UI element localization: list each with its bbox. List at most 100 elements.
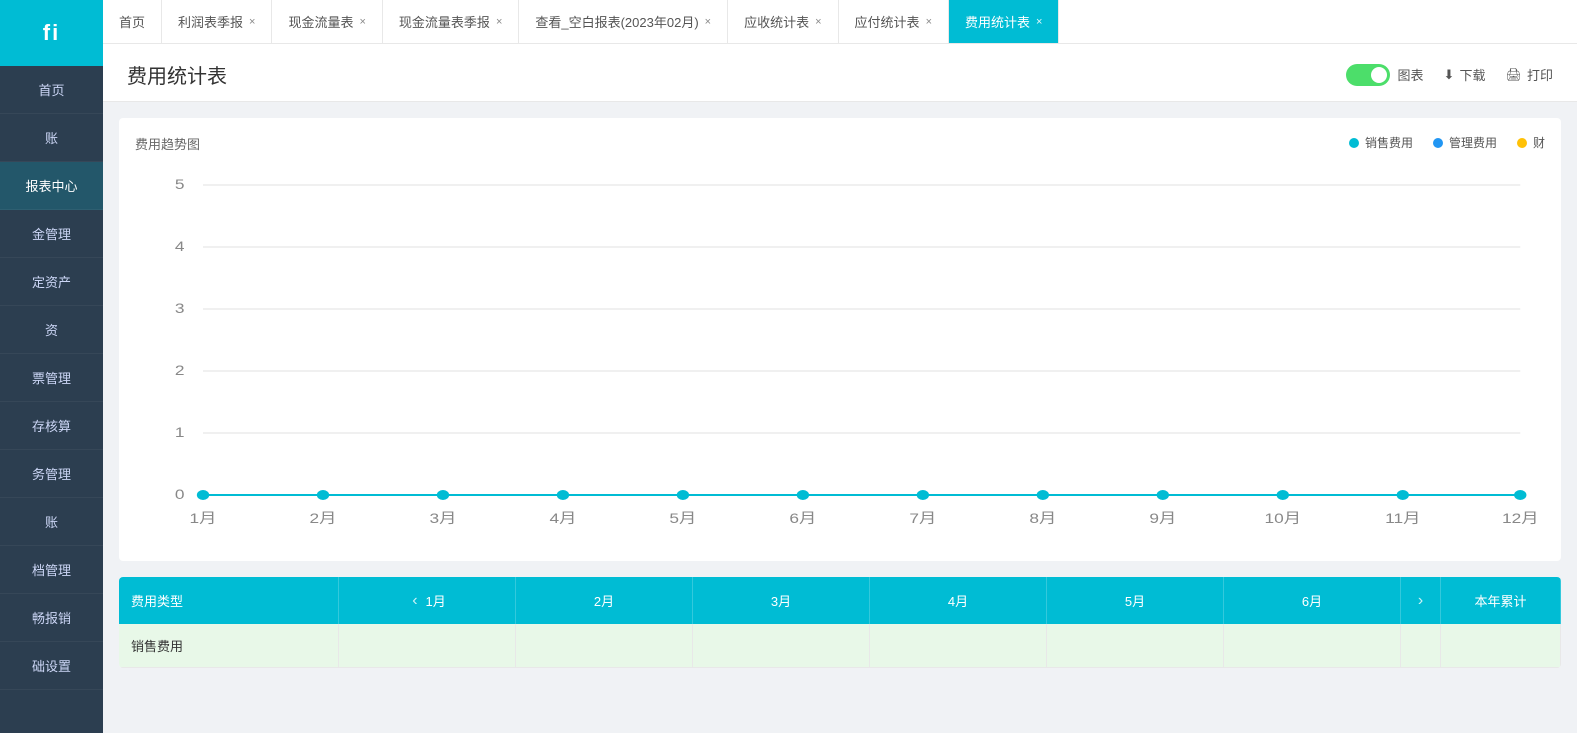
chart-svg: 0 1 2 3 4 5 1月 2月 3月 4月 5月 6月 7月 8月 9 bbox=[135, 165, 1545, 545]
legend-admin: 管理费用 bbox=[1433, 134, 1497, 151]
tab-cashflow-q[interactable]: 现金流量表季报 × bbox=[383, 0, 519, 43]
tab-profit-close[interactable]: × bbox=[249, 16, 255, 28]
tab-bar: 首页 利润表季报 × 现金流量表 × 现金流量表季报 × 查看_空白报表(202… bbox=[103, 0, 1577, 44]
next-arrow[interactable]: › bbox=[1414, 592, 1427, 610]
svg-text:8月: 8月 bbox=[1029, 511, 1056, 526]
svg-text:3: 3 bbox=[175, 301, 185, 316]
sidebar-item-reports[interactable]: 报表中心 bbox=[0, 162, 103, 210]
prev-arrow[interactable]: ‹ bbox=[408, 592, 421, 610]
chart-section: 费用趋势图 销售费用 管理费用 财 bbox=[119, 118, 1561, 561]
chart-title: 费用趋势图 bbox=[135, 134, 1545, 153]
svg-text:4月: 4月 bbox=[549, 511, 576, 526]
tab-cashflow-close[interactable]: × bbox=[359, 16, 365, 28]
svg-text:1月: 1月 bbox=[190, 511, 217, 526]
legend-finance: 财 bbox=[1517, 134, 1545, 151]
svg-text:9月: 9月 bbox=[1149, 511, 1176, 526]
print-button[interactable]: 🖨 打印 bbox=[1505, 65, 1553, 84]
legend-finance-label: 财 bbox=[1533, 134, 1545, 151]
sidebar-item-settings[interactable]: 础设置 bbox=[0, 642, 103, 690]
svg-text:2: 2 bbox=[175, 363, 185, 378]
sidebar: fi 首页 账 报表中心 金管理 定资产 资 票管理 存核算 务管理 账 档管理… bbox=[0, 0, 103, 733]
col-ytd: 本年累计 bbox=[1441, 577, 1561, 624]
svg-text:10月: 10月 bbox=[1265, 511, 1302, 526]
tab-payable-close[interactable]: × bbox=[926, 16, 932, 28]
cell-m2-sales bbox=[516, 624, 693, 667]
svg-text:2月: 2月 bbox=[310, 511, 337, 526]
sidebar-logo: fi bbox=[0, 0, 103, 66]
tab-payable[interactable]: 应付统计表 × bbox=[839, 0, 949, 43]
tab-receivable-label: 应收统计表 bbox=[744, 12, 809, 31]
page-header: 费用统计表 图表 ⬇ 下载 🖨 打印 bbox=[103, 44, 1577, 102]
tab-receivable-close[interactable]: × bbox=[815, 16, 821, 28]
download-button[interactable]: ⬇ 下载 bbox=[1444, 65, 1486, 84]
toggle-label: 图表 bbox=[1398, 65, 1424, 84]
print-icon: 🖨 bbox=[1505, 67, 1522, 83]
tab-home-label: 首页 bbox=[119, 12, 145, 31]
svg-text:5: 5 bbox=[175, 177, 185, 192]
sidebar-item-capital[interactable]: 资 bbox=[0, 306, 103, 354]
cell-m3-sales bbox=[693, 624, 870, 667]
col-m4: 4月 bbox=[870, 577, 1047, 624]
tab-cashflow[interactable]: 现金流量表 × bbox=[272, 0, 382, 43]
header-actions: 图表 ⬇ 下载 🖨 打印 bbox=[1346, 64, 1553, 86]
sidebar-item-sales[interactable]: 畅报销 bbox=[0, 594, 103, 642]
cell-m5-sales bbox=[1047, 624, 1224, 667]
col-m6: 6月 bbox=[1224, 577, 1401, 624]
col-nav: › bbox=[1401, 577, 1441, 624]
sidebar-item-ledger[interactable]: 账 bbox=[0, 498, 103, 546]
col-m5: 5月 bbox=[1047, 577, 1224, 624]
sidebar-item-archive[interactable]: 档管理 bbox=[0, 546, 103, 594]
sidebar-item-funds[interactable]: 金管理 bbox=[0, 210, 103, 258]
table-section: 费用类型 ‹ 1月 2月 3月 4月 5月 6月 › 本年累计 销售费用 bbox=[119, 577, 1561, 668]
svg-text:11月: 11月 bbox=[1385, 511, 1420, 526]
tab-blank-report-close[interactable]: × bbox=[705, 16, 711, 28]
cell-ytd-sales bbox=[1441, 624, 1561, 667]
svg-text:5月: 5月 bbox=[669, 511, 696, 526]
col-type: 费用类型 bbox=[119, 577, 339, 624]
print-label: 打印 bbox=[1527, 65, 1553, 84]
svg-text:1: 1 bbox=[175, 425, 185, 440]
col-m2: 2月 bbox=[516, 577, 693, 624]
col-m3: 3月 bbox=[693, 577, 870, 624]
svg-text:6月: 6月 bbox=[789, 511, 816, 526]
svg-text:3月: 3月 bbox=[430, 511, 457, 526]
svg-text:0: 0 bbox=[175, 487, 185, 502]
download-label: 下载 bbox=[1459, 65, 1485, 84]
svg-text:4: 4 bbox=[175, 239, 185, 254]
legend-sales-label: 销售费用 bbox=[1365, 134, 1413, 151]
tab-blank-report[interactable]: 查看_空白报表(2023年02月) × bbox=[519, 0, 728, 43]
tab-home[interactable]: 首页 bbox=[103, 0, 162, 43]
tab-profit[interactable]: 利润表季报 × bbox=[162, 0, 272, 43]
table-row-sales: 销售费用 bbox=[119, 624, 1561, 668]
cell-m4-sales bbox=[870, 624, 1047, 667]
legend-admin-dot bbox=[1433, 138, 1443, 148]
svg-text:7月: 7月 bbox=[909, 511, 936, 526]
tab-receivable[interactable]: 应收统计表 × bbox=[728, 0, 838, 43]
svg-text:12月: 12月 bbox=[1502, 511, 1539, 526]
sidebar-item-invoice[interactable]: 票管理 bbox=[0, 354, 103, 402]
legend-sales-dot bbox=[1349, 138, 1359, 148]
sidebar-item-services[interactable]: 务管理 bbox=[0, 450, 103, 498]
legend-sales: 销售费用 bbox=[1349, 134, 1413, 151]
cell-m6-sales bbox=[1224, 624, 1401, 667]
toggle-wrapper: 图表 bbox=[1346, 64, 1424, 86]
sidebar-item-accounts[interactable]: 账 bbox=[0, 114, 103, 162]
chart-area: 0 1 2 3 4 5 1月 2月 3月 4月 5月 6月 7月 8月 9 bbox=[135, 165, 1545, 545]
tab-payable-label: 应付统计表 bbox=[855, 12, 920, 31]
sidebar-item-inventory[interactable]: 存核算 bbox=[0, 402, 103, 450]
tab-cashflow-q-close[interactable]: × bbox=[496, 16, 502, 28]
chart-toggle[interactable] bbox=[1346, 64, 1390, 86]
tab-blank-report-label: 查看_空白报表(2023年02月) bbox=[535, 12, 698, 31]
sidebar-item-assets[interactable]: 定资产 bbox=[0, 258, 103, 306]
col-m1-label: 1月 bbox=[426, 591, 446, 610]
tab-cashflow-q-label: 现金流量表季报 bbox=[399, 12, 490, 31]
page-title: 费用统计表 bbox=[127, 60, 227, 89]
tab-expense[interactable]: 费用统计表 × bbox=[949, 0, 1059, 43]
sidebar-item-home[interactable]: 首页 bbox=[0, 66, 103, 114]
legend-admin-label: 管理费用 bbox=[1449, 134, 1497, 151]
main-area: 首页 利润表季报 × 现金流量表 × 现金流量表季报 × 查看_空白报表(202… bbox=[103, 0, 1577, 733]
tab-expense-label: 费用统计表 bbox=[965, 12, 1030, 31]
tab-expense-close[interactable]: × bbox=[1036, 16, 1042, 28]
cell-nav-sales bbox=[1401, 624, 1441, 667]
cell-type-sales: 销售费用 bbox=[119, 624, 339, 667]
